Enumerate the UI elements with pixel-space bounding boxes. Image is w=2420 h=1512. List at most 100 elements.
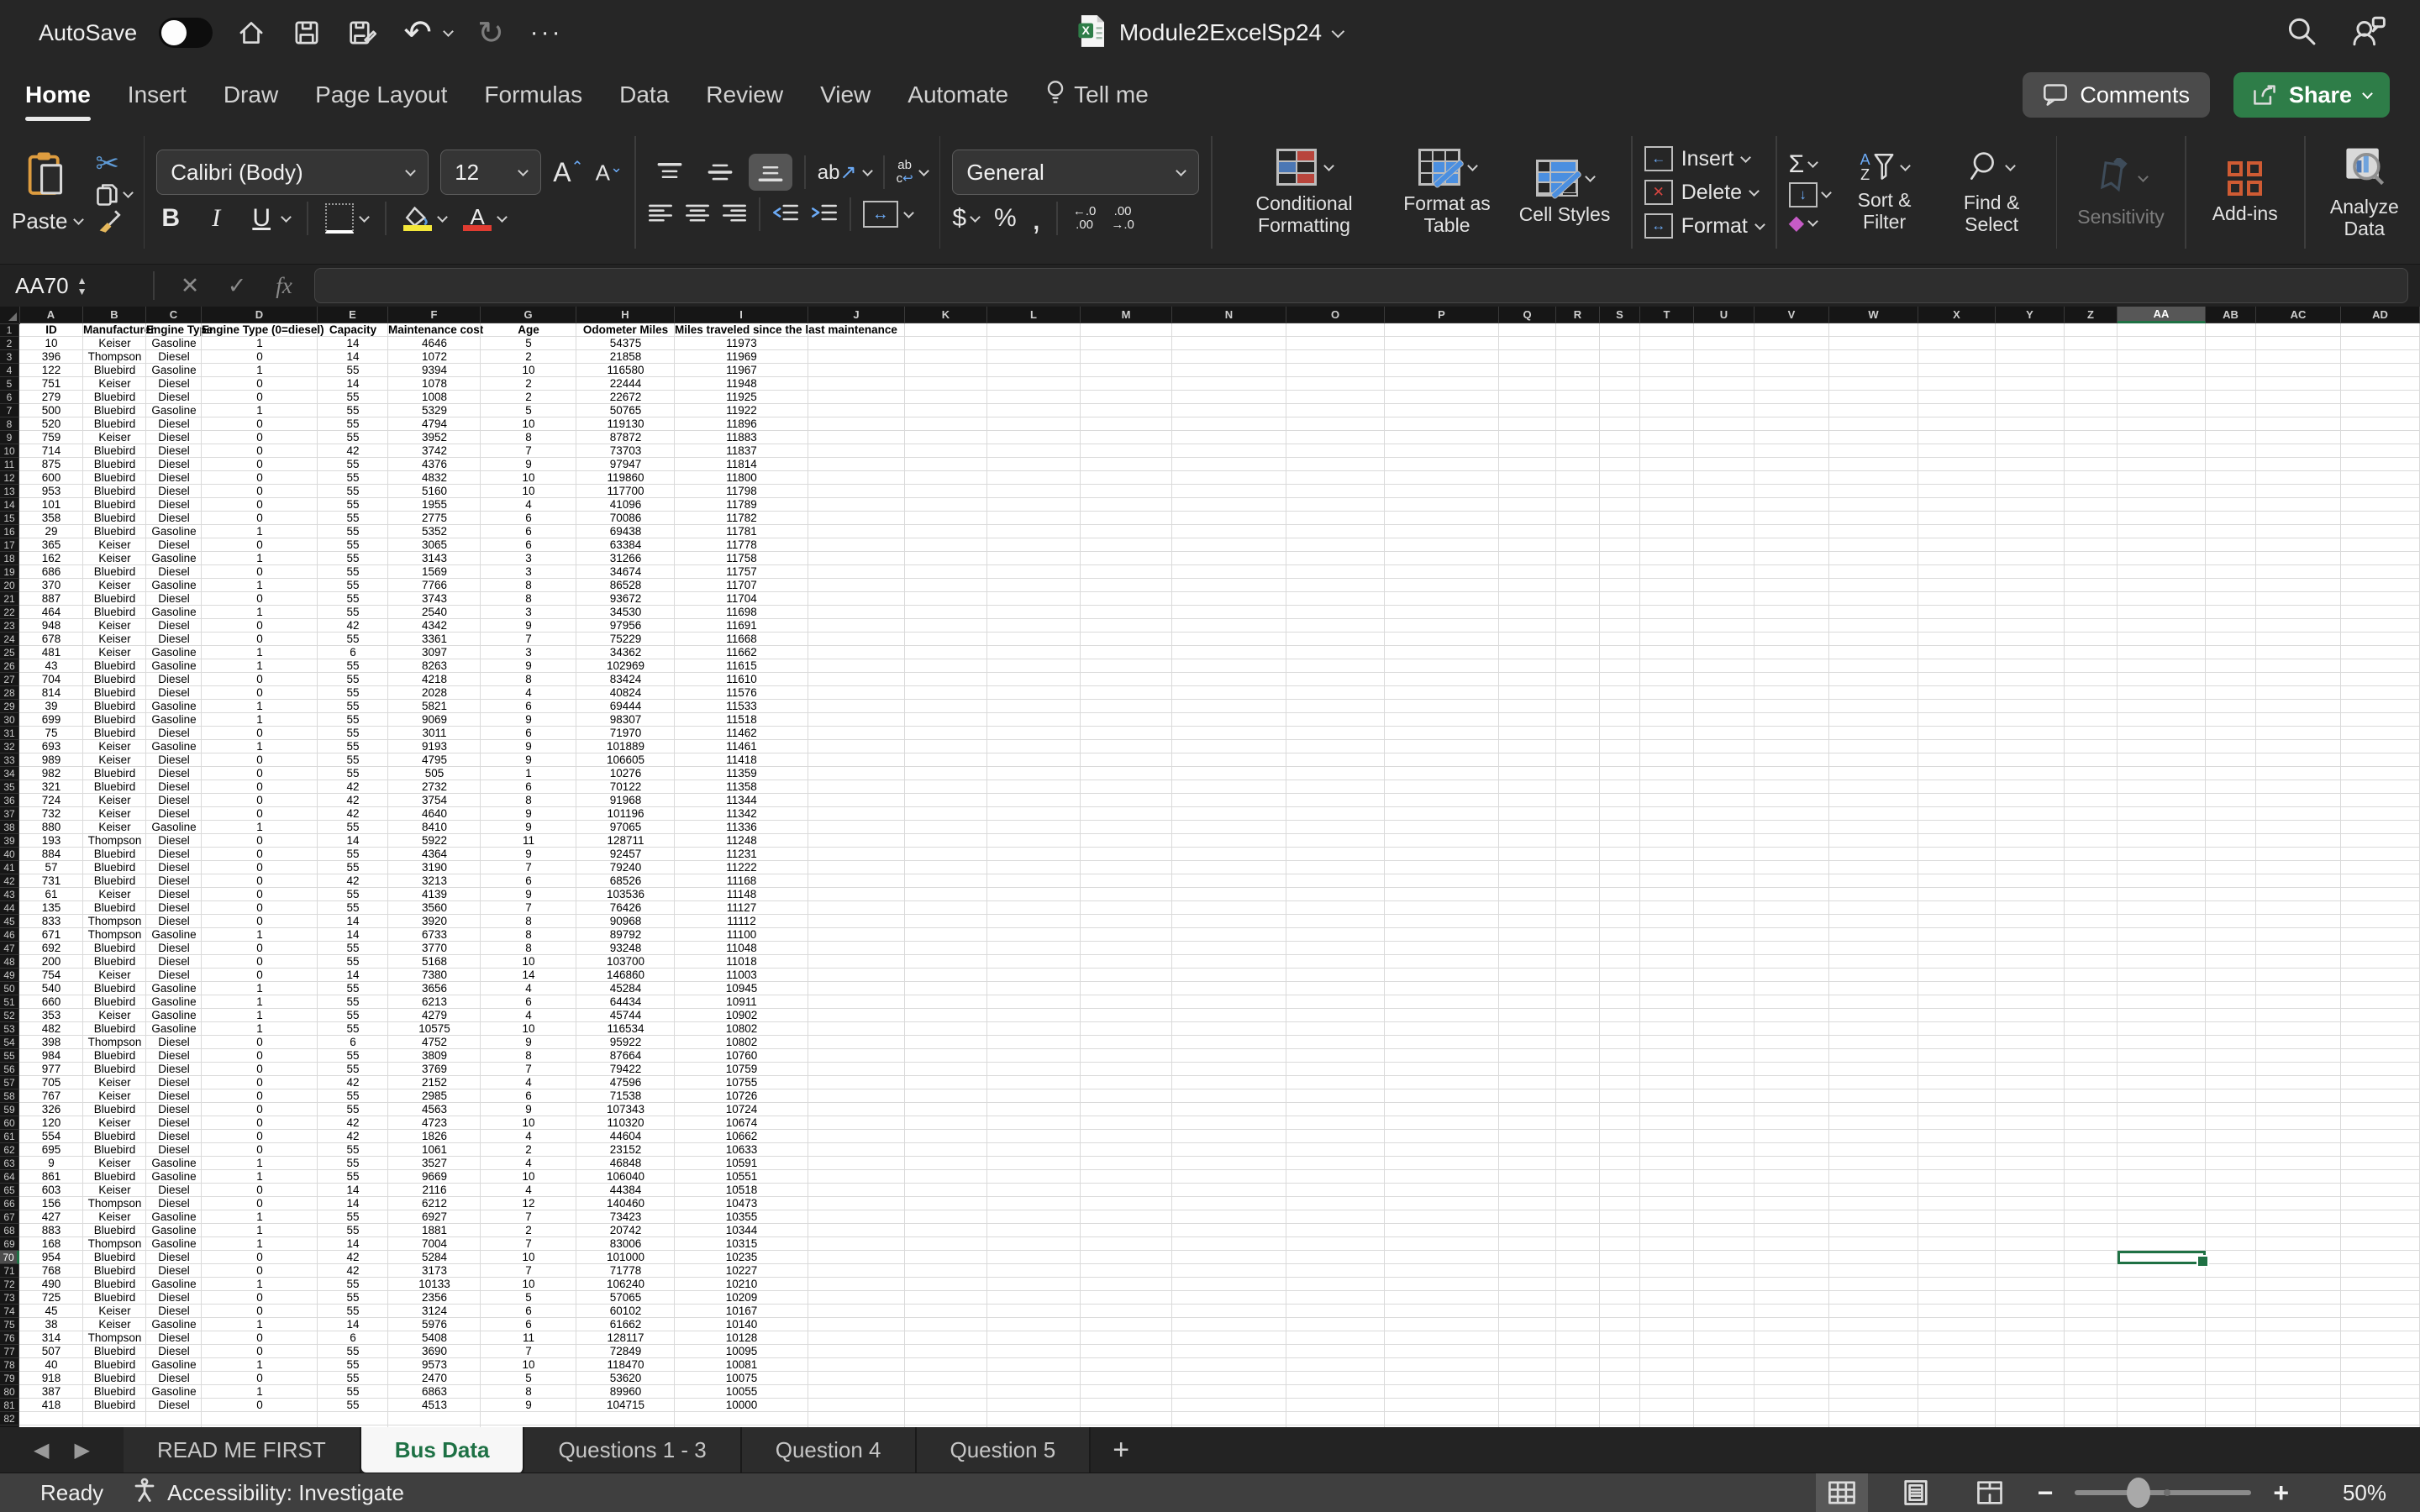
borders-button[interactable]	[325, 203, 371, 234]
column-header-AB[interactable]: AB	[2206, 307, 2256, 323]
column-header-Q[interactable]: Q	[1499, 307, 1556, 323]
row-header-12[interactable]: 12	[0, 471, 19, 485]
row-header-42[interactable]: 42	[0, 874, 19, 888]
row-header-13[interactable]: 13	[0, 485, 19, 498]
ribbon-tab-home[interactable]: Home	[25, 66, 91, 124]
row-header-68[interactable]: 68	[0, 1224, 19, 1237]
row-header-30[interactable]: 30	[0, 713, 19, 727]
align-left-button[interactable]	[648, 202, 673, 227]
row-header-15[interactable]: 15	[0, 512, 19, 525]
ribbon-tab-draw[interactable]: Draw	[224, 66, 278, 124]
row-header-73[interactable]: 73	[0, 1291, 19, 1305]
row-header-61[interactable]: 61	[0, 1130, 19, 1143]
column-header-AA[interactable]: AA	[2118, 307, 2206, 323]
row-header-57[interactable]: 57	[0, 1076, 19, 1089]
sheet-tab-bus-data[interactable]: Bus Data	[360, 1427, 525, 1473]
number-format-select[interactable]: General	[952, 150, 1200, 195]
font-color-button[interactable]: A	[463, 206, 508, 231]
wrap-text-button[interactable]: ab c↩	[897, 159, 929, 186]
row-header-24[interactable]: 24	[0, 633, 19, 646]
accessibility-status[interactable]: Accessibility: Investigate	[132, 1478, 404, 1509]
fill-handle[interactable]	[2196, 1255, 2209, 1268]
row-header-27[interactable]: 27	[0, 673, 19, 686]
row-header-9[interactable]: 9	[0, 431, 19, 444]
comma-button[interactable]: ,	[1032, 202, 1041, 235]
conditional-formatting-button[interactable]: Conditional Formatting	[1224, 149, 1384, 236]
format-as-table-button[interactable]: Format as Table	[1384, 149, 1510, 236]
ribbon-tab-review[interactable]: Review	[706, 66, 783, 124]
row-header-44[interactable]: 44	[0, 901, 19, 915]
row-header-18[interactable]: 18	[0, 552, 19, 565]
undo-icon[interactable]: ↶	[401, 14, 434, 51]
fill-button[interactable]: ↓	[1788, 181, 1832, 207]
row-header-32[interactable]: 32	[0, 740, 19, 753]
worksheet[interactable]: A B C D E F G H I J K L M N O P Q R S T U V W X Y Z AA AB AC AD 12345…	[0, 307, 2420, 1427]
more-icon[interactable]: ···	[529, 16, 563, 50]
column-header-H[interactable]: H	[576, 307, 675, 323]
row-header-79[interactable]: 79	[0, 1372, 19, 1385]
prev-sheet-icon[interactable]: ◀	[34, 1438, 49, 1462]
name-box[interactable]: AA70 ▲ ▼	[0, 268, 141, 303]
row-header-35[interactable]: 35	[0, 780, 19, 794]
page-break-view-icon[interactable]	[1964, 1473, 2016, 1512]
row-header-8[interactable]: 8	[0, 417, 19, 431]
column-header-W[interactable]: W	[1829, 307, 1918, 323]
zoom-out-button[interactable]: −	[2038, 1478, 2054, 1509]
align-right-button[interactable]	[722, 202, 747, 227]
zoom-slider[interactable]	[2075, 1478, 2252, 1508]
cell-grid[interactable]: ID Manufacturer Engine Type Engine Type (0=…	[19, 323, 2420, 1427]
row-header-65[interactable]: 65	[0, 1184, 19, 1197]
increase-decimal-button[interactable]: ←.0 .00	[1073, 205, 1097, 232]
find-select-button[interactable]: Find & Select	[1939, 150, 2044, 235]
row-header-58[interactable]: 58	[0, 1089, 19, 1103]
column-header-M[interactable]: M	[1081, 307, 1172, 323]
add-ins-button[interactable]: Add-ins	[2198, 129, 2292, 255]
row-header-51[interactable]: 51	[0, 995, 19, 1009]
row-header-80[interactable]: 80	[0, 1385, 19, 1399]
column-header-AD[interactable]: AD	[2341, 307, 2420, 323]
column-header-A[interactable]: A	[19, 307, 83, 323]
row-header-38[interactable]: 38	[0, 821, 19, 834]
fill-color-button[interactable]	[403, 206, 449, 231]
paste-button[interactable]: Paste	[12, 150, 84, 234]
sheet-tab-questions-1-3[interactable]: Questions 1 - 3	[524, 1427, 742, 1473]
column-header-B[interactable]: B	[83, 307, 146, 323]
column-header-X[interactable]: X	[1918, 307, 1996, 323]
row-header-40[interactable]: 40	[0, 848, 19, 861]
italic-button[interactable]: I	[202, 204, 230, 233]
copy-button[interactable]	[96, 182, 134, 207]
insert-cells-button[interactable]: ← Insert	[1644, 146, 1764, 171]
row-header-67[interactable]: 67	[0, 1210, 19, 1224]
clear-button[interactable]: ◆	[1789, 211, 1830, 235]
decrease-decimal-button[interactable]: .00 →.0	[1111, 205, 1134, 232]
ribbon-tab-view[interactable]: View	[820, 66, 871, 124]
column-header-Z[interactable]: Z	[2065, 307, 2118, 323]
merge-center-button[interactable]: ↔	[862, 201, 914, 228]
title-chevron-icon[interactable]	[1331, 24, 1345, 38]
row-header-1[interactable]: 1	[0, 323, 19, 337]
row-header-26[interactable]: 26	[0, 659, 19, 673]
analyze-data-button[interactable]: Analyze Data	[2317, 129, 2412, 255]
row-header-54[interactable]: 54	[0, 1036, 19, 1049]
zoom-in-button[interactable]: +	[2273, 1478, 2289, 1509]
row-header-14[interactable]: 14	[0, 498, 19, 512]
row-header-76[interactable]: 76	[0, 1331, 19, 1345]
cut-icon[interactable]: ✂	[96, 147, 132, 181]
row-header-4[interactable]: 4	[0, 364, 19, 377]
undo-chevron-icon[interactable]	[443, 25, 454, 37]
row-header-10[interactable]: 10	[0, 444, 19, 458]
next-sheet-icon[interactable]: ▶	[74, 1438, 89, 1462]
row-header-22[interactable]: 22	[0, 606, 19, 619]
row-header-11[interactable]: 11	[0, 458, 19, 471]
column-header-P[interactable]: P	[1385, 307, 1499, 323]
column-header-N[interactable]: N	[1172, 307, 1286, 323]
row-header-70[interactable]: 70	[0, 1251, 19, 1264]
row-header-43[interactable]: 43	[0, 888, 19, 901]
row-header-59[interactable]: 59	[0, 1103, 19, 1116]
align-middle-button[interactable]	[698, 154, 742, 191]
page-layout-view-icon[interactable]	[1890, 1473, 1942, 1512]
column-header-O[interactable]: O	[1286, 307, 1385, 323]
align-center-button[interactable]	[685, 202, 710, 227]
formula-input[interactable]	[314, 268, 2408, 303]
row-header-6[interactable]: 6	[0, 391, 19, 404]
